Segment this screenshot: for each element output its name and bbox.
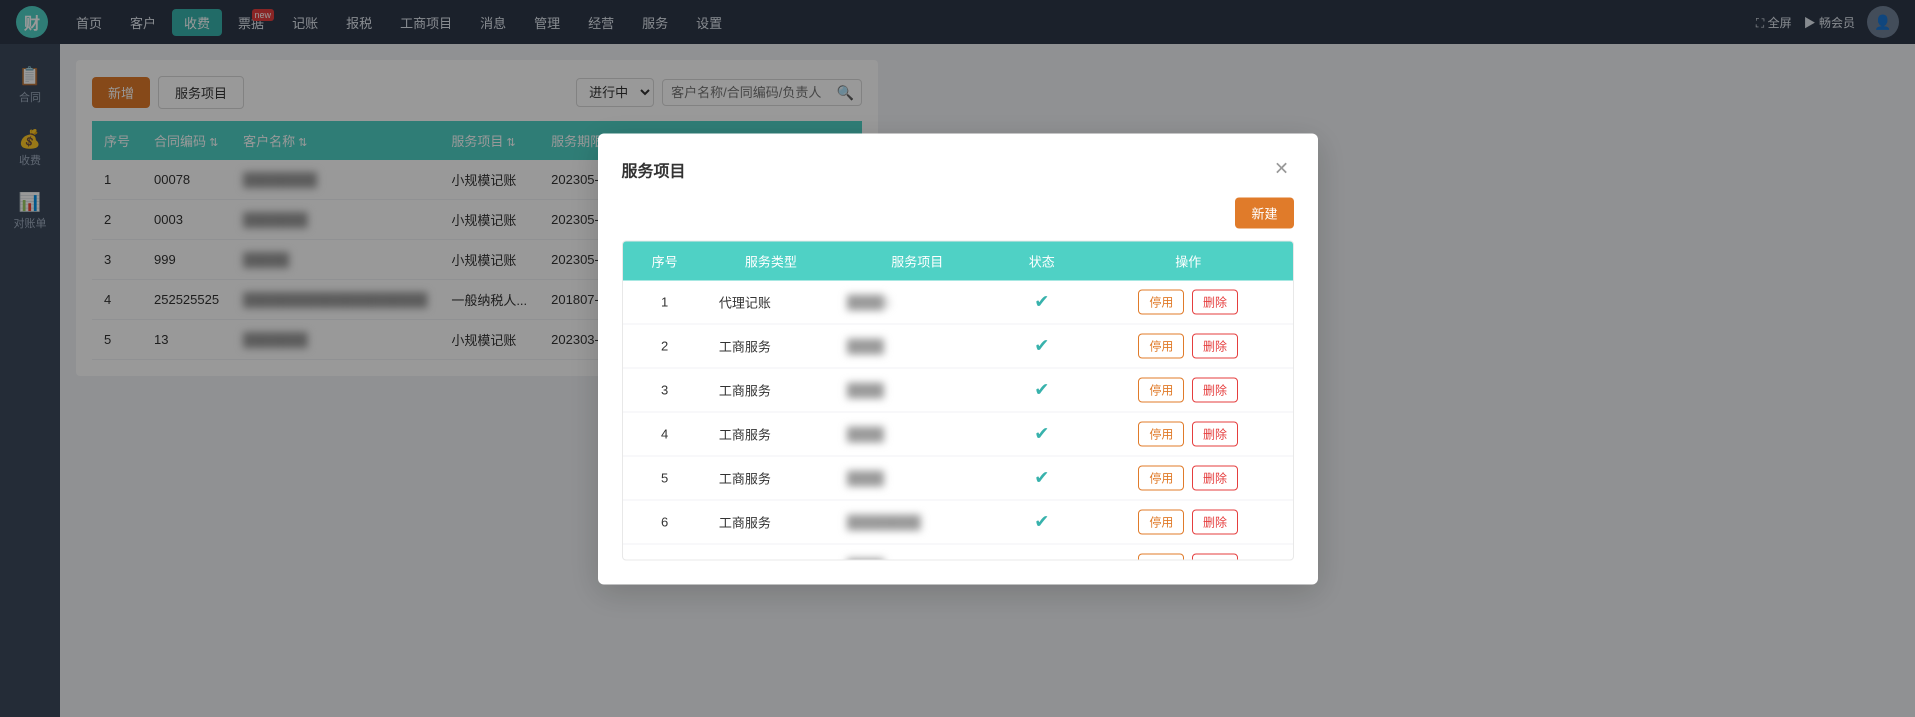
modal-cell-type: 代理记账 (707, 280, 835, 324)
delete-button-0[interactable]: 删除 (1192, 289, 1238, 314)
modal-cell-type: 工商服务 (707, 368, 835, 412)
modal-cell-status: ✔ (1000, 368, 1084, 412)
delete-button-4[interactable]: 删除 (1192, 465, 1238, 490)
modal-table-row: 6 工商服务 ████████ ✔ 停用 删除 (623, 500, 1293, 544)
modal-col-action: 操作 (1084, 241, 1293, 280)
modal-col-status: 状态 (1000, 241, 1084, 280)
modal-cell-actions: 停用 删除 (1084, 412, 1293, 456)
modal-cell-seq: 7 (623, 544, 707, 561)
delete-button-1[interactable]: 删除 (1192, 333, 1238, 358)
modal-title: 服务项目 (622, 157, 686, 181)
modal-cell-item: ████ (835, 324, 1000, 368)
modal-cell-status: ✔ (1000, 456, 1084, 500)
stop-button-0[interactable]: 停用 (1138, 289, 1184, 314)
stop-button-5[interactable]: 停用 (1138, 509, 1184, 534)
modal-cell-item: ████ (835, 544, 1000, 561)
modal-cell-status: ✔ (1000, 412, 1084, 456)
stop-button-6[interactable]: 停用 (1138, 553, 1184, 560)
modal-col-type: 服务类型 (707, 241, 835, 280)
modal-cell-item: ████ (835, 368, 1000, 412)
modal-cell-seq: 4 (623, 412, 707, 456)
create-service-button[interactable]: 新建 (1235, 197, 1293, 228)
modal-close-button[interactable]: ✕ (1270, 157, 1294, 181)
service-modal: 服务项目 ✕ 新建 序号 服务类型 服务项目 状态 操作 1 代理记账 ████… (598, 133, 1318, 584)
modal-cell-status: ✔ (1000, 324, 1084, 368)
modal-header: 服务项目 ✕ (622, 157, 1294, 181)
modal-cell-seq: 6 (623, 500, 707, 544)
modal-cell-seq: 2 (623, 324, 707, 368)
modal-cell-seq: 1 (623, 280, 707, 324)
modal-cell-status: ✔ (1000, 544, 1084, 561)
modal-table-row: 2 工商服务 ████ ✔ 停用 删除 (623, 324, 1293, 368)
modal-cell-item: ████1 (835, 280, 1000, 324)
stop-button-3[interactable]: 停用 (1138, 421, 1184, 446)
modal-header-row: 序号 服务类型 服务项目 状态 操作 (623, 241, 1293, 280)
modal-cell-seq: 5 (623, 456, 707, 500)
modal-cell-item: ████████ (835, 500, 1000, 544)
modal-cell-item: ████ (835, 412, 1000, 456)
modal-cell-type: 工商服务 (707, 412, 835, 456)
modal-cell-item: ████ (835, 456, 1000, 500)
modal-cell-seq: 3 (623, 368, 707, 412)
modal-service-table: 序号 服务类型 服务项目 状态 操作 1 代理记账 ████1 ✔ 停用 删除 … (623, 241, 1293, 560)
modal-toolbar: 新建 (622, 197, 1294, 228)
modal-table-row: 1 代理记账 ████1 ✔ 停用 删除 (623, 280, 1293, 324)
delete-button-6[interactable]: 删除 (1192, 553, 1238, 560)
modal-table-row: 4 工商服务 ████ ✔ 停用 删除 (623, 412, 1293, 456)
modal-cell-type: 工商服务 (707, 500, 835, 544)
modal-cell-actions: 停用 删除 (1084, 500, 1293, 544)
modal-cell-type: 工商服务 (707, 456, 835, 500)
modal-table-row: 3 工商服务 ████ ✔ 停用 删除 (623, 368, 1293, 412)
modal-cell-type: 工商服务 (707, 544, 835, 561)
modal-cell-actions: 停用 删除 (1084, 280, 1293, 324)
modal-col-seq: 序号 (623, 241, 707, 280)
delete-button-5[interactable]: 删除 (1192, 509, 1238, 534)
modal-cell-actions: 停用 删除 (1084, 544, 1293, 561)
modal-cell-status: ✔ (1000, 280, 1084, 324)
stop-button-2[interactable]: 停用 (1138, 377, 1184, 402)
stop-button-4[interactable]: 停用 (1138, 465, 1184, 490)
modal-table-wrap: 序号 服务类型 服务项目 状态 操作 1 代理记账 ████1 ✔ 停用 删除 … (622, 240, 1294, 560)
modal-cell-actions: 停用 删除 (1084, 324, 1293, 368)
modal-cell-type: 工商服务 (707, 324, 835, 368)
delete-button-3[interactable]: 删除 (1192, 421, 1238, 446)
modal-cell-actions: 停用 删除 (1084, 368, 1293, 412)
modal-cell-status: ✔ (1000, 500, 1084, 544)
modal-table-row: 5 工商服务 ████ ✔ 停用 删除 (623, 456, 1293, 500)
modal-table-row: 7 工商服务 ████ ✔ 停用 删除 (623, 544, 1293, 561)
stop-button-1[interactable]: 停用 (1138, 333, 1184, 358)
modal-cell-actions: 停用 删除 (1084, 456, 1293, 500)
delete-button-2[interactable]: 删除 (1192, 377, 1238, 402)
modal-col-item: 服务项目 (835, 241, 1000, 280)
